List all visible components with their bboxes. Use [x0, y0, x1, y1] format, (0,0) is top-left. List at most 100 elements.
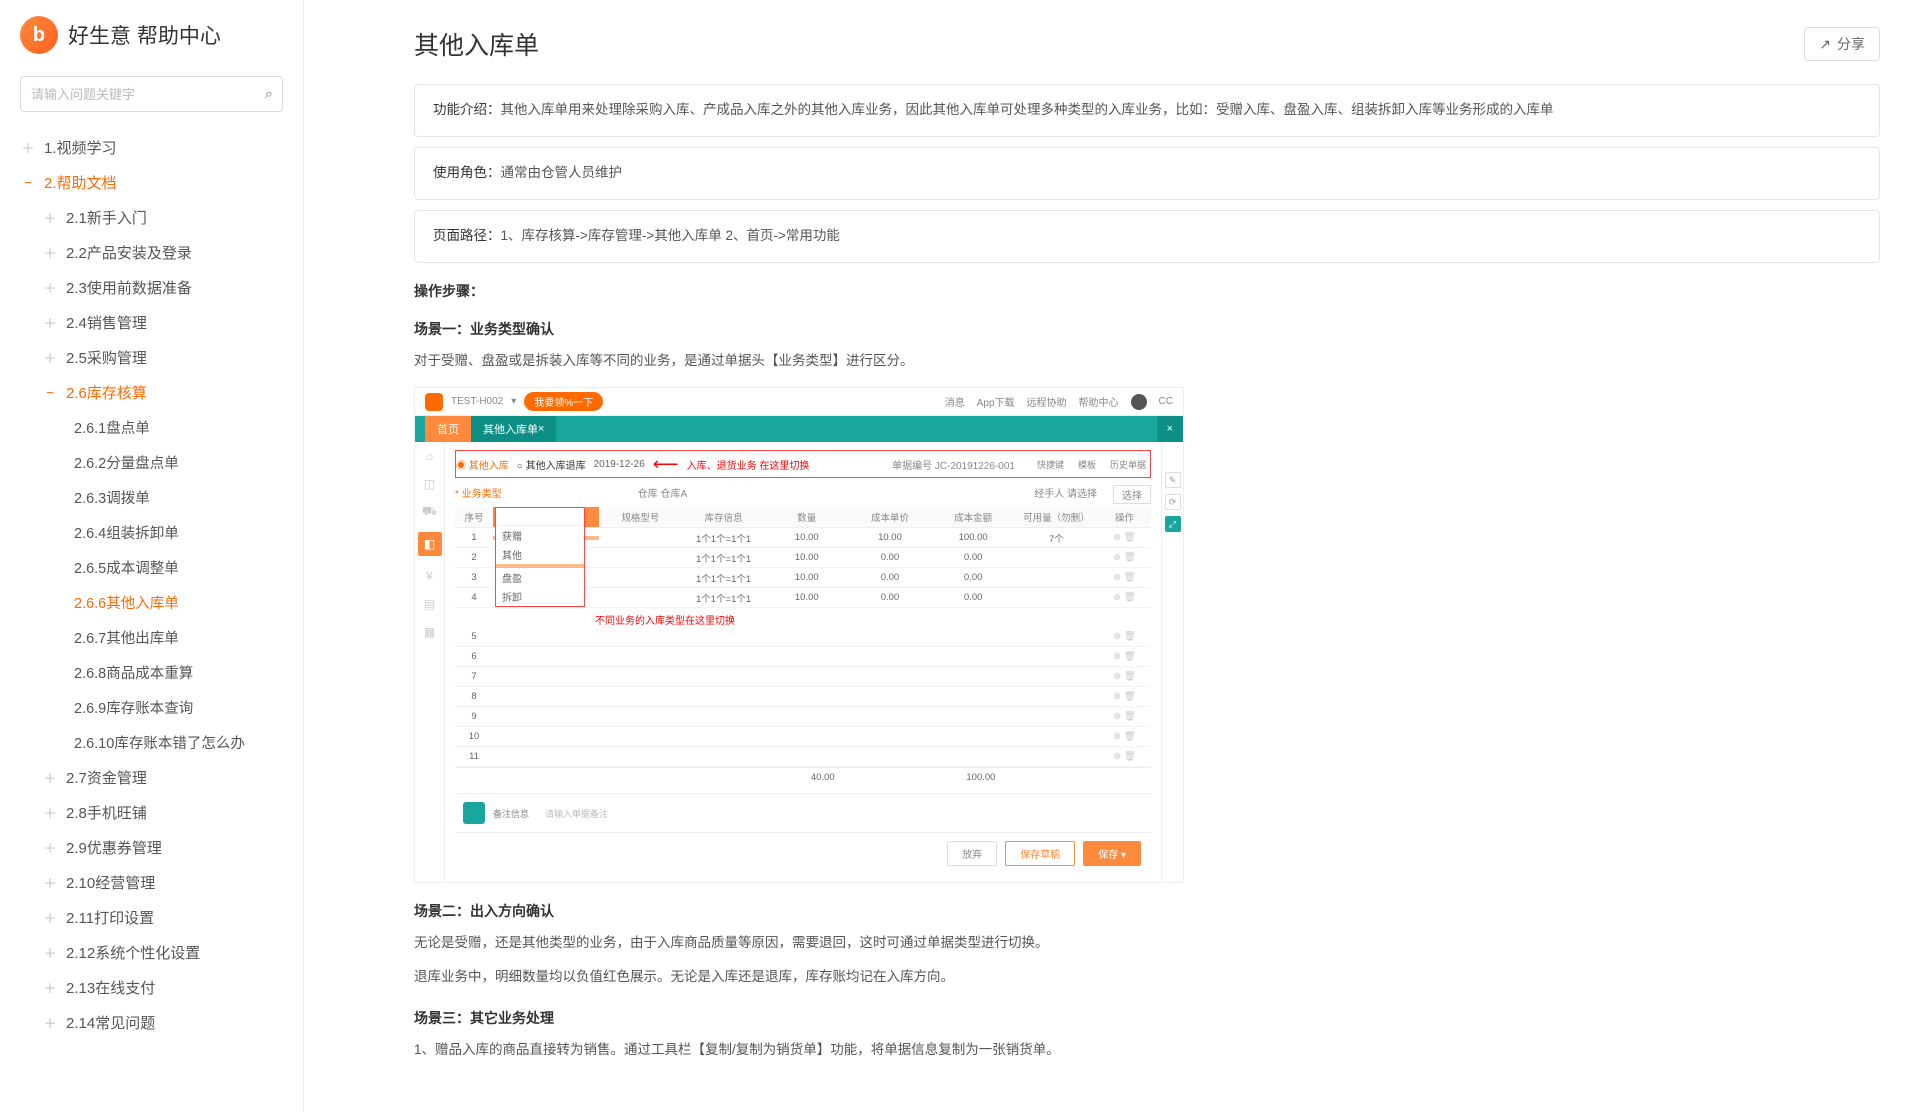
nav-2-11[interactable]: ＋2.11打印设置 [20, 900, 283, 935]
search-icon[interactable]: ⌕ [265, 86, 273, 103]
ss-logo-icon [425, 393, 443, 411]
tool-history: 历史单据 [1106, 457, 1150, 472]
ss-link-help: 帮助中心 [1079, 394, 1119, 409]
minus-icon: − [42, 385, 58, 401]
nav-2-3[interactable]: ＋2.3使用前数据准备 [20, 270, 283, 305]
note-icon [463, 802, 485, 824]
ss-table-wrap: 获赠 其他 盘盈 拆卸 序号 商品编码 规格型号 [455, 507, 1151, 787]
nav-2-1[interactable]: ＋2.1新手入门 [20, 200, 283, 235]
intro-box: 功能介绍：其他入库单用来处理除采购入库、产成品入库之外的其他入库业务，因此其他入… [414, 84, 1880, 137]
scene2-p1: 无论是受赠，还是其他类型的业务，由于入库商品质量等原因，需要退回，这时可通过单据… [414, 931, 1880, 955]
nav-2-6-2[interactable]: 2.6.2分量盘点单 [20, 445, 283, 480]
nav-2-5[interactable]: ＋2.5采购管理 [20, 340, 283, 375]
plus-icon: ＋ [42, 315, 58, 331]
tool-icon: ⟳ [1165, 494, 1181, 510]
nav-2-6-4[interactable]: 2.6.4组装拆卸单 [20, 515, 283, 550]
path-box: 页面路径：1、库存核算->库存管理->其他入库单 2、首页->常用功能 [414, 210, 1880, 263]
logo-row: b 好生意 帮助中心 [20, 16, 283, 54]
ss-save-btn: 保存 ▾ [1083, 841, 1141, 866]
plus-icon: ＋ [42, 875, 58, 891]
cart-icon: ⛟ [422, 504, 438, 520]
plus-icon: ＋ [42, 280, 58, 296]
plus-icon: ＋ [42, 1015, 58, 1031]
nav-video[interactable]: ＋1.视频学习 [20, 130, 283, 165]
nav-2-6-3[interactable]: 2.6.3调拨单 [20, 480, 283, 515]
ss-date: 2019-12-26 [594, 459, 645, 470]
search-box: ⌕ [20, 76, 283, 112]
ss-type-dropdown: 获赠 其他 盘盈 拆卸 [495, 507, 585, 607]
tool-template: 模板 [1074, 457, 1100, 472]
ss-head-row: ◉ 其他入库 ○ 其他入库退库 2019-12-26 ⟵ 入库、退货业务 在这里… [455, 450, 1151, 478]
ss-topbar: TEST-H002 ▾ 我要领%一下 消息 App下载 远程协助 帮助中心 CC [415, 388, 1183, 416]
box-icon: ◫ [422, 476, 438, 492]
ss-tab-home: 首页 [425, 416, 471, 442]
scene1-para: 对于受赠、盘盈或是拆装入库等不同的业务，是通过单据头【业务类型】进行区分。 [414, 349, 1880, 373]
share-button[interactable]: ↗分享 [1804, 27, 1880, 61]
stock-icon: ◧ [418, 532, 442, 556]
table-row: 10 ⊕ 🗑 [455, 727, 1151, 747]
ss-sum-row: 40.00 100.00 [455, 767, 1151, 787]
nav-2-6-7[interactable]: 2.6.7其他出库单 [20, 620, 283, 655]
plus-icon: ＋ [42, 245, 58, 261]
logo-icon: b [20, 16, 58, 54]
intro-text: 其他入库单用来处理除采购入库、产成品入库之外的其他入库业务，因此其他入库单可处理… [501, 102, 1554, 117]
ss-content: ◉ 其他入库 ○ 其他入库退库 2019-12-26 ⟵ 入库、退货业务 在这里… [445, 442, 1161, 882]
nav-2-6-5[interactable]: 2.6.5成本调整单 [20, 550, 283, 585]
plus-icon: ＋ [42, 980, 58, 996]
grid-icon: ▦ [422, 624, 438, 640]
nav-2-10[interactable]: ＋2.10经营管理 [20, 865, 283, 900]
search-input[interactable] [20, 76, 283, 112]
path-text: 1、库存核算->库存管理->其他入库单 2、首页->常用功能 [501, 228, 840, 243]
ss-chip: 我要领%一下 [524, 392, 603, 411]
ss-tabs: 首页 其他入库单 × × [415, 416, 1183, 442]
table-row: 6 ⊕ 🗑 [455, 647, 1151, 667]
nav-docs[interactable]: −2.帮助文档 [20, 165, 283, 200]
table-row: 11 ⊕ 🗑 [455, 747, 1151, 767]
page-title: 其他入库单 [414, 26, 539, 62]
close-icon: × [538, 423, 544, 435]
nav-2-4[interactable]: ＋2.4销售管理 [20, 305, 283, 340]
chooser-btn: 选择 [1113, 485, 1151, 504]
ss-tabs-close: × [1157, 416, 1183, 442]
arrow-left-icon: ⟵ [653, 455, 679, 473]
nav-2-14[interactable]: ＋2.14常见问题 [20, 1005, 283, 1040]
nav-2-6-6[interactable]: 2.6.6其他入库单 [20, 585, 283, 620]
ss-test-label: TEST-H002 [451, 396, 503, 407]
ss-link-app: App下载 [977, 394, 1015, 409]
plus-icon: ＋ [42, 770, 58, 786]
table-row: 7 ⊕ 🗑 [455, 667, 1151, 687]
ss-note-row: 备注信息 请输入单据备注 [455, 793, 1151, 832]
nav-2-6-9[interactable]: 2.6.9库存账本查询 [20, 690, 283, 725]
nav-2-6-10[interactable]: 2.6.10库存账本错了怎么办 [20, 725, 283, 760]
ss-tab-active: 其他入库单 × [471, 416, 556, 442]
radio-return: ○ 其他入库退库 [517, 457, 586, 472]
nav-2-12[interactable]: ＋2.12系统个性化设置 [20, 935, 283, 970]
path-label: 页面路径： [433, 228, 501, 243]
ss-right-rail: ✎ ⟳ ⤢ [1161, 442, 1183, 882]
money-icon: ¥ [422, 568, 438, 584]
sidebar: b 好生意 帮助中心 ⌕ ＋1.视频学习 −2.帮助文档 ＋2.1新手入门 ＋2… [0, 0, 304, 1112]
chevron-down-icon: ▾ [511, 396, 516, 407]
nav-2-2[interactable]: ＋2.2产品安装及登录 [20, 235, 283, 270]
nav-2-7[interactable]: ＋2.7资金管理 [20, 760, 283, 795]
nav-2-6-8[interactable]: 2.6.8商品成本重算 [20, 655, 283, 690]
scene3-title: 场景三：其它业务处理 [414, 1008, 1880, 1028]
tool-hotkey: 快捷键 [1033, 457, 1068, 472]
ss-draft-btn: 保存草稿 [1005, 841, 1075, 866]
ss-footer: 放弃 保存草稿 保存 ▾ [455, 832, 1151, 874]
nav-2-8[interactable]: ＋2.8手机旺铺 [20, 795, 283, 830]
ss-annotation1: 入库、退货业务 在这里切换 [687, 457, 810, 472]
nav-2-9[interactable]: ＋2.9优惠券管理 [20, 830, 283, 865]
nav-2-6-1[interactable]: 2.6.1盘点单 [20, 410, 283, 445]
ss-cancel-btn: 放弃 [947, 841, 997, 866]
intro-label: 功能介绍： [433, 102, 501, 117]
plus-icon: ＋ [42, 945, 58, 961]
plus-icon: ＋ [42, 350, 58, 366]
role-label: 使用角色： [433, 165, 501, 180]
nav-2-13[interactable]: ＋2.13在线支付 [20, 970, 283, 1005]
steps-heading: 操作步骤： [414, 281, 1880, 301]
nav-2-6[interactable]: −2.6库存核算 [20, 375, 283, 410]
ss-filter-row: * 业务类型 仓库 仓库A 经手人 请选择 选择 [455, 482, 1151, 507]
radio-in: ◉ 其他入库 [456, 457, 509, 472]
main-content: 其他入库单 ↗分享 功能介绍：其他入库单用来处理除采购入库、产成品入库之外的其他… [304, 0, 1920, 1112]
